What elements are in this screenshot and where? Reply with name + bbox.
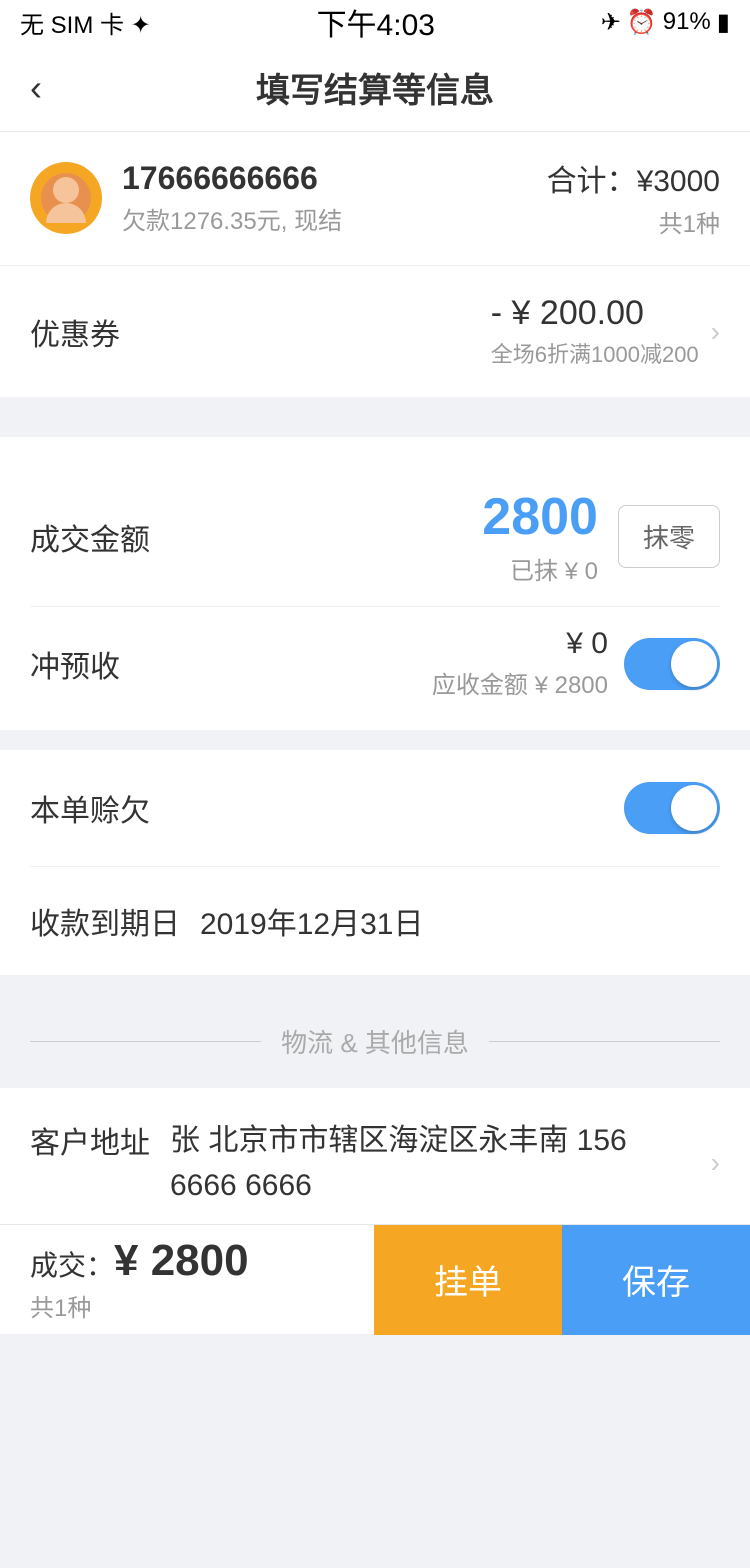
round-off-button[interactable]: 抹零 xyxy=(618,505,720,568)
amount-value: 2800 xyxy=(482,487,598,547)
status-bar-left: 无 SIM 卡 ✦ xyxy=(20,5,151,40)
bad-debt-label: 本单赊欠 xyxy=(30,786,150,830)
due-date-label: 收款到期日 xyxy=(30,899,180,943)
bad-debt-toggle[interactable] xyxy=(624,782,720,834)
amount-section: 成交金额 2800 已抹 ¥ 0 抹零 冲预收 ¥ 0 应收金额 ¥ 2800 xyxy=(0,437,750,730)
address-chevron-icon: › xyxy=(711,1147,720,1179)
customer-sub-text: 欠款1276.35元, 现结 xyxy=(122,201,342,236)
nav-bar: ‹ 填写结算等信息 xyxy=(0,44,750,132)
save-button[interactable]: 保存 xyxy=(562,1225,750,1335)
prepay-row: 冲预收 ¥ 0 应收金额 ¥ 2800 xyxy=(30,606,720,730)
customer-right: 合计：¥3000 共1种 xyxy=(547,156,720,239)
status-bar-time: 下午4:03 xyxy=(317,0,435,44)
logistics-header: 物流 & 其他信息 xyxy=(0,995,750,1088)
total-label: 合计： xyxy=(547,165,637,198)
total-value: ¥3000 xyxy=(637,165,720,198)
bottom-total-value: ¥ 2800 xyxy=(114,1236,249,1285)
prepay-right: ¥ 0 应收金额 ¥ 2800 xyxy=(432,627,720,700)
chevron-right-icon: › xyxy=(711,316,720,348)
bottom-total-row: 成交：¥ 2800 xyxy=(30,1236,344,1286)
section-divider-1 xyxy=(0,417,750,437)
amount-right: 2800 已抹 ¥ 0 抹零 xyxy=(482,487,720,586)
toggle-knob xyxy=(671,641,717,687)
coupon-discount: - ¥ 200.00 xyxy=(491,294,699,333)
address-label: 客户地址 xyxy=(30,1118,150,1162)
avatar xyxy=(30,162,102,234)
bottom-info: 成交：¥ 2800 共1种 xyxy=(0,1236,374,1323)
prepay-toggle[interactable] xyxy=(624,638,720,690)
customer-row: 17666666666 欠款1276.35元, 现结 合计：¥3000 共1种 xyxy=(0,132,750,263)
battery-icon: ▮ xyxy=(717,8,730,37)
amount-sub: 已抹 ¥ 0 xyxy=(482,551,598,586)
coupon-detail: 全场6折满1000减200 xyxy=(491,337,699,369)
customer-total: 合计：¥3000 xyxy=(547,156,720,200)
customer-count: 共1种 xyxy=(547,204,720,239)
hold-button[interactable]: 挂单 xyxy=(374,1225,562,1335)
bad-debt-toggle-knob xyxy=(671,785,717,831)
prepay-amount: ¥ 0 应收金额 ¥ 2800 xyxy=(432,627,608,700)
amount-row: 成交金额 2800 已抹 ¥ 0 抹零 xyxy=(30,467,720,606)
bottom-total-label: 成交： xyxy=(30,1250,114,1281)
prepay-sub: 应收金额 ¥ 2800 xyxy=(432,665,608,700)
due-date-row: 收款到期日 2019年12月31日 xyxy=(30,867,720,975)
customer-section: 17666666666 欠款1276.35元, 现结 合计：¥3000 共1种 … xyxy=(0,132,750,397)
logistics-line-left xyxy=(30,1041,261,1042)
address-section: 客户地址 张 北京市市辖区海淀区永丰南 156 6666 6666 › xyxy=(0,1088,750,1238)
coupon-label: 优惠券 xyxy=(30,310,120,354)
due-date-value: 2019年12月31日 xyxy=(200,899,423,943)
location-icon: ✈ xyxy=(601,8,621,37)
prepay-value: ¥ 0 xyxy=(432,627,608,661)
bottom-buttons: 挂单 保存 xyxy=(374,1225,750,1335)
back-button[interactable]: ‹ xyxy=(30,67,42,109)
coupon-row[interactable]: 优惠券 - ¥ 200.00 全场6折满1000减200 › xyxy=(0,265,750,397)
page-title: 填写结算等信息 xyxy=(256,63,494,112)
logistics-title: 物流 & 其他信息 xyxy=(281,1023,469,1060)
coupon-right: - ¥ 200.00 全场6折满1000减200 › xyxy=(491,294,720,369)
bad-debt-section: 本单赊欠 收款到期日 2019年12月31日 xyxy=(0,750,750,975)
customer-phone: 17666666666 xyxy=(122,160,342,197)
bottom-count: 共1种 xyxy=(30,1288,344,1323)
amount-label: 成交金额 xyxy=(30,515,150,559)
alarm-icon: ⏰ xyxy=(627,8,657,37)
sim-status: 无 SIM 卡 ✦ xyxy=(20,5,151,40)
bottom-bar: 成交：¥ 2800 共1种 挂单 保存 xyxy=(0,1224,750,1334)
section-divider-2 xyxy=(0,730,750,750)
customer-left: 17666666666 欠款1276.35元, 现结 xyxy=(30,160,342,236)
logistics-line-right xyxy=(489,1041,720,1042)
bad-debt-row: 本单赊欠 xyxy=(30,750,720,867)
prepay-label: 冲预收 xyxy=(30,642,120,686)
address-value: 张 北京市市辖区海淀区永丰南 156 6666 6666 xyxy=(170,1118,701,1208)
address-row[interactable]: 客户地址 张 北京市市辖区海淀区永丰南 156 6666 6666 › xyxy=(30,1088,720,1238)
status-bar-right: ✈ ⏰ 91% ▮ xyxy=(601,8,730,37)
customer-info: 17666666666 欠款1276.35元, 现结 xyxy=(122,160,342,236)
battery-level: 91% xyxy=(663,8,711,36)
status-bar: 无 SIM 卡 ✦ 下午4:03 ✈ ⏰ 91% ▮ xyxy=(0,0,750,44)
